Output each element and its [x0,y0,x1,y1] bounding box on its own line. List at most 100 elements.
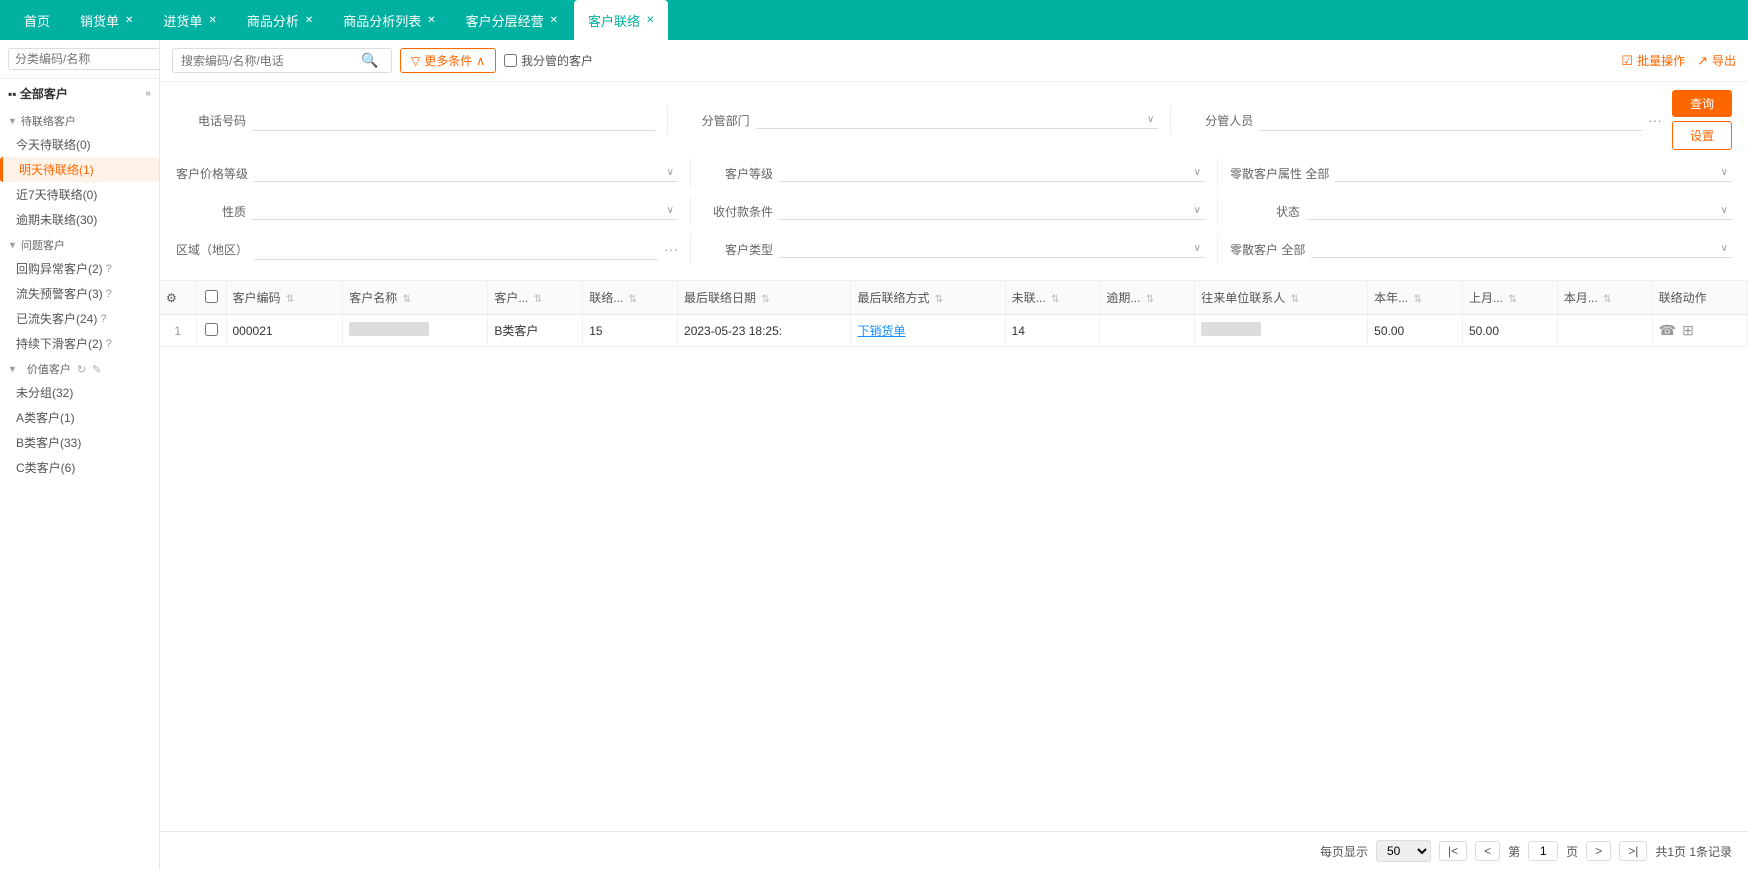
more-filters-btn[interactable]: ▽ 更多条件 ∧ [400,48,496,73]
sidebar-item-a-class[interactable]: A类客户(1) [0,405,159,430]
filter-row-2: 客户价格等级 ∨ 客户等级 ∨ 零散客户属性 全部 [176,158,1732,188]
table-row: 1 000021 B类客户 15 2023-05-23 18:25: 下销货单 … [160,315,1748,347]
action-grid-icon[interactable]: ⊞ [1682,322,1694,339]
filter-retail-attr-select[interactable]: ∨ [1335,164,1732,182]
sidebar-all-customers[interactable]: ▪▪ 全部客户 « [0,79,159,108]
th-uncontacted[interactable]: 未联... ⇅ [1005,281,1100,315]
filter-region-ellipsis[interactable]: ··· [664,241,678,257]
th-customer-type[interactable]: 客户... ⇅ [488,281,583,315]
close-sales-icon[interactable]: ✕ [125,15,133,26]
page-unit: 页 [1566,843,1578,860]
th-checkbox[interactable] [196,281,226,315]
action-phone-icon[interactable]: ☎ [1659,322,1676,339]
edit-value-icon[interactable]: ✎ [92,363,101,376]
filter-nature-select[interactable]: ∨ [252,202,678,220]
filter-dept: 分管部门 ∨ [680,111,1159,129]
th-last-date[interactable]: 最后联络日期 ⇅ [678,281,851,315]
td-checkbox[interactable] [196,315,226,347]
sidebar-item-abnormal[interactable]: 回购异常客户(2) ? [0,256,159,281]
last-method-link[interactable]: 下销货单 [857,324,905,338]
help-icon-declining[interactable]: ? [106,338,112,350]
sidebar-item-7days[interactable]: 近7天待联络(0) [0,182,159,207]
nav-customer-contact[interactable]: 客户联络 ✕ [574,0,668,40]
th-overdue[interactable]: 逾期... ⇅ [1100,281,1195,315]
filter-region-input[interactable] [254,239,658,260]
select-all-checkbox[interactable] [205,290,218,303]
th-last-month[interactable]: 上月... ⇅ [1462,281,1557,315]
filter-status-select[interactable]: ∨ [1306,202,1732,220]
my-customers-checkbox-wrap[interactable]: 我分管的客户 [504,52,593,69]
th-this-month[interactable]: 本月... ⇅ [1557,281,1652,315]
th-settings[interactable]: ⚙ [160,281,196,315]
search-input[interactable] [181,54,361,68]
batch-ops-btn[interactable]: ☑ 批量操作 [1621,52,1685,69]
nav-customer-tier[interactable]: 客户分层经营 ✕ [452,0,572,40]
th-last-method[interactable]: 最后联络方式 ⇅ [851,281,1005,315]
page-size-select[interactable]: 50 100 200 [1376,840,1431,862]
close-tier-icon[interactable]: ✕ [550,15,558,26]
chevron-down-type: ∨ [1194,243,1201,254]
my-customers-checkbox[interactable] [504,54,517,67]
next-page-btn[interactable]: > [1586,841,1611,861]
th-this-year[interactable]: 本年... ⇅ [1368,281,1463,315]
filter-manager-input[interactable] [1259,110,1642,131]
sidebar-item-declining[interactable]: 持续下滑客户(2) ? [0,331,159,356]
sidebar-item-c-class[interactable]: C类客户(6) [0,455,159,480]
table-header-row: ⚙ 客户编码 ⇅ 客户名称 ⇅ 客户... ⇅ [160,281,1748,315]
th-customer-code[interactable]: 客户编码 ⇅ [226,281,343,315]
filter-dept-select[interactable]: ∨ [756,111,1159,129]
table-footer: 每页显示 50 100 200 |< < 第 页 > >| 共1页 1条记录 [160,831,1748,870]
close-analysis-icon[interactable]: ✕ [305,15,313,26]
help-icon-lost[interactable]: ? [100,313,106,325]
sort-unit-icon: ⇅ [1291,294,1299,305]
export-btn[interactable]: ↗ 导出 [1697,52,1736,69]
search-wrap: 🔍 [172,48,392,73]
sidebar-item-overdue[interactable]: 逾期未联络(30) [0,207,159,232]
nav-analysis[interactable]: 商品分析 ✕ [233,0,327,40]
refresh-icon[interactable]: ↻ [77,363,86,376]
th-unit-contact[interactable]: 往来单位联系人 ⇅ [1195,281,1368,315]
th-customer-name[interactable]: 客户名称 ⇅ [343,281,488,315]
help-icon-abnormal[interactable]: ? [106,263,112,275]
sidebar-item-b-class[interactable]: B类客户(33) [0,430,159,455]
td-unit-contact [1195,315,1368,347]
filter-customer-level-select[interactable]: ∨ [779,164,1205,182]
nav-sales[interactable]: 销货单 ✕ [66,0,147,40]
sidebar-item-ungrouped[interactable]: 未分组(32) [0,380,159,405]
th-contact-count[interactable]: 联络... ⇅ [583,281,678,315]
nav-analysis-list[interactable]: 商品分析列表 ✕ [329,0,449,40]
sort-overdue-icon: ⇅ [1146,294,1154,305]
sidebar-search-input[interactable] [8,48,160,70]
last-page-btn[interactable]: >| [1619,841,1647,861]
page-number-input[interactable] [1528,841,1558,861]
filter-price-level-select[interactable]: ∨ [254,164,678,182]
nav-purchase[interactable]: 进货单 ✕ [149,0,230,40]
prev-page-btn[interactable]: < [1475,841,1500,861]
help-icon-warning[interactable]: ? [106,288,112,300]
close-contact-icon[interactable]: ✕ [646,15,654,26]
first-page-btn[interactable]: |< [1439,841,1467,861]
chevron-down-status: ∨ [1721,205,1728,216]
content-area: 🔍 ▽ 更多条件 ∧ 我分管的客户 ☑ 批量操作 ↗ 导出 [160,40,1748,870]
sidebar-item-tomorrow[interactable]: 明天待联络(1) [0,157,159,182]
close-purchase-icon[interactable]: ✕ [208,15,216,26]
row-checkbox[interactable] [205,323,218,336]
search-icon[interactable]: 🔍 [361,52,378,69]
filter-manager-ellipsis[interactable]: ··· [1648,112,1662,128]
close-analysis-list-icon[interactable]: ✕ [427,15,435,26]
sort-date-icon: ⇅ [761,294,769,305]
td-last-method[interactable]: 下销货单 [851,315,1005,347]
query-button[interactable]: 查询 [1672,90,1732,117]
nav-home[interactable]: 首页 [10,0,64,40]
set-button[interactable]: 设置 [1672,121,1732,150]
page-size-label: 每页显示 [1320,843,1368,860]
sidebar-item-warning[interactable]: 流失预警客户(3) ? [0,281,159,306]
filter-payment-select[interactable]: ∨ [779,202,1205,220]
sidebar-group-problem: 问题客户 [0,232,159,256]
sidebar-item-lost[interactable]: 已流失客户(24) ? [0,306,159,331]
filter-phone-input[interactable] [252,110,655,131]
sidebar-item-today[interactable]: 今天待联络(0) [0,132,159,157]
filter-customer-type-select[interactable]: ∨ [779,240,1205,258]
filter-retail-customer-select[interactable]: ∨ [1311,240,1732,258]
sidebar: 🔍 ▪▪ 全部客户 « 待联络客户 今天待联络(0) 明天待联络(1) 近7天待… [0,40,160,870]
